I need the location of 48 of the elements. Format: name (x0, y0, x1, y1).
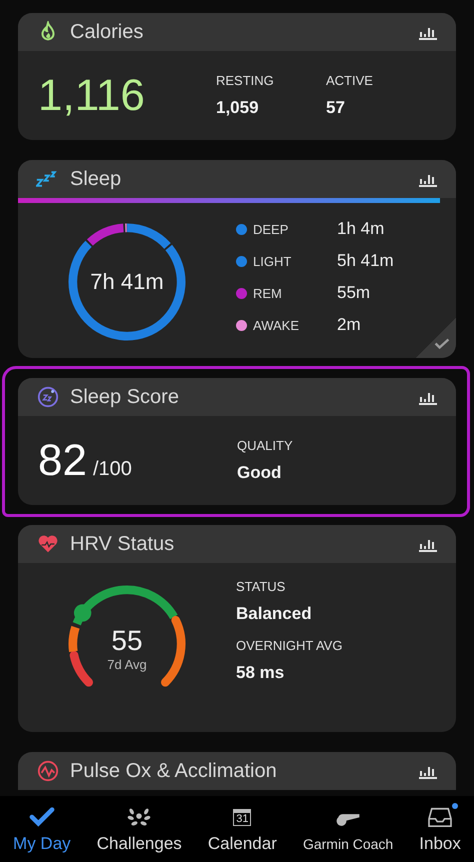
card-title: Sleep Score (70, 386, 180, 408)
card-header[interactable]: Sleep (18, 160, 456, 198)
card-title: Calories (70, 20, 144, 44)
stat-value: 57 (326, 98, 346, 118)
stage-label: LIGHT (253, 254, 292, 268)
nav-tab[interactable]: My Day (11, 804, 73, 854)
hrv-value: 55 (111, 625, 143, 657)
stat-label: OVERNIGHT AVG (236, 638, 344, 653)
nav-tab[interactable]: Challenges (94, 804, 184, 854)
laurel-icon (126, 806, 152, 828)
stage-duration: 5h 41m (337, 251, 394, 271)
heart-icon (36, 533, 60, 555)
nav-tab[interactable]: Garmin Coach (300, 806, 396, 852)
card-title: Pulse Ox & Acclimation (70, 760, 278, 782)
stat-value: 1,059 (216, 98, 260, 118)
stage-duration: 2m (337, 315, 361, 335)
card-title: HRV Status (70, 532, 176, 556)
nav-tab[interactable]: Inbox (417, 804, 463, 854)
pulse-icon (36, 760, 60, 782)
stage-label: DEEP (253, 222, 290, 236)
stage-duration: 55m (337, 283, 370, 303)
stat-value: 58 ms (236, 663, 286, 683)
card-header[interactable]: Sleep Score (18, 378, 456, 416)
score-max: /100 (92, 458, 132, 480)
calendar-icon: 31 (233, 808, 252, 826)
stat-label: STATUS (236, 579, 286, 594)
stat-label: QUALITY (237, 438, 294, 453)
nav-tab[interactable]: 31 Calendar (206, 804, 279, 854)
card-header[interactable]: Pulse Ox & Acclimation (18, 752, 456, 790)
moon-icon (36, 386, 60, 408)
stat-value: Good (237, 463, 282, 483)
hrv-caption: 7d Avg (107, 657, 147, 672)
stage-label: REM (253, 286, 283, 300)
sleep-icon (36, 168, 60, 190)
card-title: Sleep (70, 168, 122, 190)
card-header[interactable]: HRV Status (18, 525, 456, 563)
stat-label: RESTING (216, 73, 275, 88)
inbox-icon (427, 806, 454, 828)
check-icon (28, 806, 55, 828)
stat-value: Balanced (236, 604, 313, 624)
sleep-score: 82 (38, 436, 87, 486)
calories-total: 1,116 (38, 70, 146, 120)
card-header[interactable]: Calories (18, 13, 456, 51)
check-icon (434, 337, 450, 350)
stage-label: AWAKE (253, 318, 300, 332)
stat-label: ACTIVE (326, 73, 374, 88)
stage-duration: 1h 4m (337, 219, 384, 239)
sleep-duration: 7h 41m (89, 269, 165, 295)
